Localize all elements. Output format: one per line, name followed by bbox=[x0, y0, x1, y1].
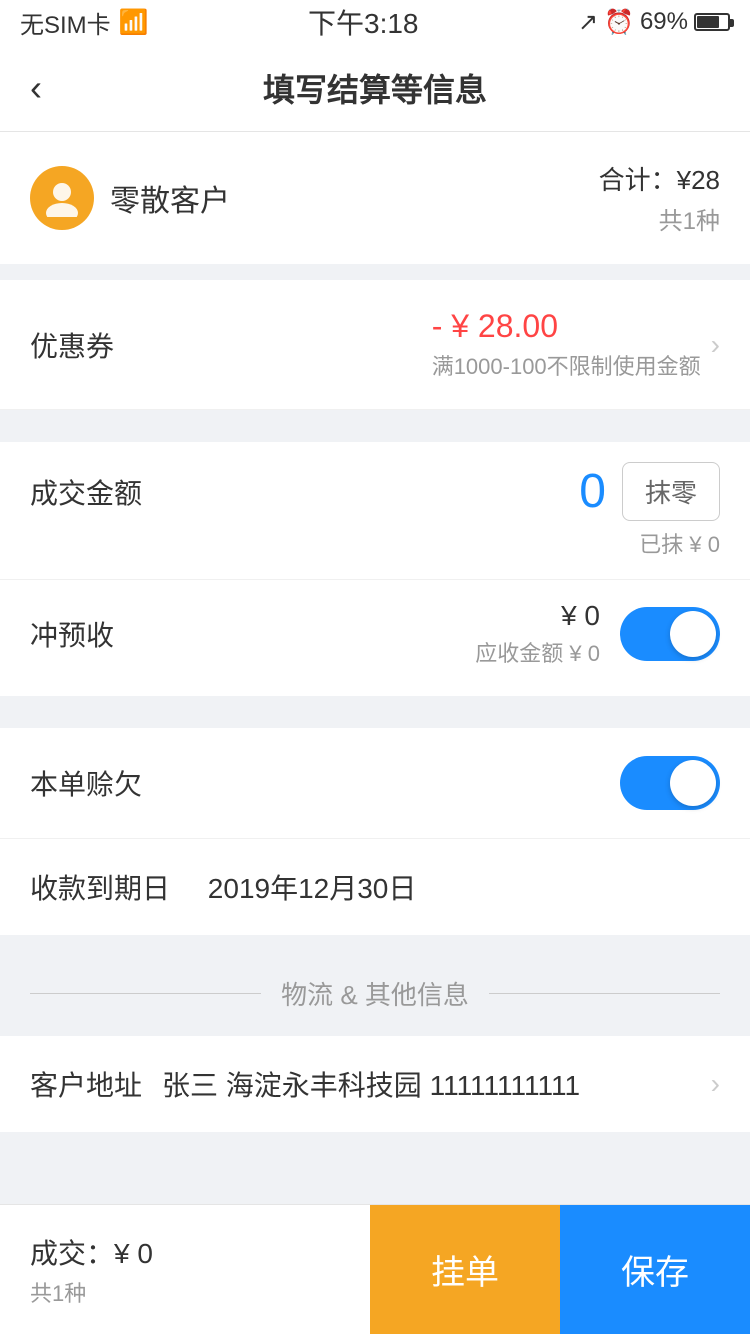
customer-right: 合计：¥28 共1种 bbox=[599, 160, 720, 236]
prereceive-main-value: ¥ 0 bbox=[475, 600, 600, 632]
location-icon: ↗ bbox=[578, 8, 598, 37]
customer-left: 零散客户 bbox=[30, 166, 230, 230]
time-label: 下午3:18 bbox=[308, 2, 419, 42]
page-title: 填写结算等信息 bbox=[263, 65, 487, 111]
coupon-value: - ¥ 28.00 bbox=[432, 308, 701, 345]
customer-section: 零散客户 合计：¥28 共1种 bbox=[0, 132, 750, 264]
nav-bar: ‹ 填写结算等信息 bbox=[0, 44, 750, 132]
address-value: 张三 海淀永丰科技园 11111111111 bbox=[162, 1064, 711, 1104]
logistics-line-left bbox=[30, 993, 261, 994]
deal-value: ¥ 0 bbox=[114, 1238, 153, 1269]
hang-order-button[interactable]: 挂单 bbox=[370, 1205, 560, 1334]
total-count: 共1种 bbox=[599, 201, 720, 236]
avatar bbox=[30, 166, 94, 230]
amount-row: 成交金额 0 抹零 bbox=[30, 462, 720, 521]
coupon-row[interactable]: 优惠券 - ¥ 28.00 满1000-100不限制使用金额 › bbox=[0, 280, 750, 410]
due-date-value: 2019年12月30日 bbox=[208, 873, 417, 904]
amount-right: 0 抹零 bbox=[579, 462, 720, 521]
address-section[interactable]: 客户地址 张三 海淀永丰科技园 11111111111 › bbox=[0, 1036, 750, 1132]
debt-row: 本单赊欠 bbox=[0, 728, 750, 838]
bottom-count: 共1种 bbox=[30, 1276, 340, 1308]
transaction-section: 成交金额 0 抹零 已抹 ¥ 0 冲预收 ¥ 0 应收金额 ¥ 0 bbox=[0, 442, 750, 696]
battery-icon bbox=[694, 13, 730, 31]
coupon-right: - ¥ 28.00 满1000-100不限制使用金额 › bbox=[432, 308, 720, 381]
debt-toggle[interactable] bbox=[620, 756, 720, 810]
address-label: 客户地址 bbox=[30, 1064, 142, 1104]
bottom-bar: 成交：¥ 0 共1种 挂单 保存 bbox=[0, 1204, 750, 1334]
debt-label: 本单赊欠 bbox=[30, 763, 142, 803]
customer-row: 零散客户 合计：¥28 共1种 bbox=[0, 132, 750, 264]
round-zero-button[interactable]: 抹零 bbox=[622, 462, 720, 521]
prereceive-toggle[interactable] bbox=[620, 607, 720, 661]
status-left: 无SIM卡 📶 bbox=[20, 5, 149, 40]
logistics-divider: 物流 & 其他信息 bbox=[0, 951, 750, 1036]
amount-label: 成交金额 bbox=[30, 472, 142, 512]
prereceive-row: 冲预收 ¥ 0 应收金额 ¥ 0 bbox=[30, 600, 720, 668]
status-bar: 无SIM卡 📶 下午3:18 ↗ ⏰ 69% bbox=[0, 0, 750, 44]
section-divider-2 bbox=[0, 712, 750, 728]
prereceive-label: 冲预收 bbox=[30, 614, 114, 654]
customer-name: 零散客户 bbox=[110, 176, 230, 220]
carrier-label: 无SIM卡 bbox=[20, 5, 111, 40]
save-button[interactable]: 保存 bbox=[560, 1205, 750, 1334]
section-divider-1 bbox=[0, 426, 750, 442]
coupon-desc: 满1000-100不限制使用金额 bbox=[432, 349, 701, 381]
coupon-label: 优惠券 bbox=[30, 325, 114, 365]
due-date-label: 收款到期日 bbox=[30, 873, 170, 904]
deal-label: 成交： bbox=[30, 1238, 114, 1269]
battery-label: 69% bbox=[640, 8, 688, 36]
toggle-knob bbox=[670, 611, 716, 657]
chevron-right-icon: › bbox=[711, 329, 720, 361]
person-icon bbox=[43, 179, 81, 217]
amount-section: 成交金额 0 抹零 已抹 ¥ 0 bbox=[0, 442, 750, 579]
bottom-deal: 成交：¥ 0 bbox=[30, 1232, 340, 1272]
total-label: 合计：¥28 bbox=[599, 160, 720, 197]
bottom-summary: 成交：¥ 0 共1种 bbox=[0, 1232, 370, 1308]
prereceive-values: ¥ 0 应收金额 ¥ 0 bbox=[475, 600, 600, 668]
due-date-row: 收款到期日 2019年12月30日 bbox=[0, 838, 750, 935]
status-right: ↗ ⏰ 69% bbox=[578, 8, 730, 37]
debt-section: 本单赊欠 收款到期日 2019年12月30日 bbox=[0, 728, 750, 935]
amount-value: 0 bbox=[579, 464, 606, 519]
alarm-icon: ⏰ bbox=[604, 8, 634, 37]
address-chevron-icon: › bbox=[711, 1068, 720, 1100]
back-button[interactable]: ‹ bbox=[30, 67, 42, 109]
coupon-section[interactable]: 优惠券 - ¥ 28.00 满1000-100不限制使用金额 › bbox=[0, 280, 750, 410]
wifi-icon: 📶 bbox=[119, 8, 149, 37]
debt-toggle-knob bbox=[670, 760, 716, 806]
logistics-line-right bbox=[489, 993, 720, 994]
coupon-value-block: - ¥ 28.00 满1000-100不限制使用金额 bbox=[432, 308, 701, 381]
prereceive-right: ¥ 0 应收金额 ¥ 0 bbox=[475, 600, 720, 668]
content-area: 零散客户 合计：¥28 共1种 优惠券 - ¥ 28.00 满1000-100不… bbox=[0, 132, 750, 1278]
prereceive-sub-value: 应收金额 ¥ 0 bbox=[475, 636, 600, 668]
amount-sub: 已抹 ¥ 0 bbox=[30, 527, 720, 559]
address-row[interactable]: 客户地址 张三 海淀永丰科技园 11111111111 › bbox=[0, 1036, 750, 1132]
logistics-label: 物流 & 其他信息 bbox=[281, 975, 469, 1012]
prereceive-section: 冲预收 ¥ 0 应收金额 ¥ 0 bbox=[0, 579, 750, 696]
